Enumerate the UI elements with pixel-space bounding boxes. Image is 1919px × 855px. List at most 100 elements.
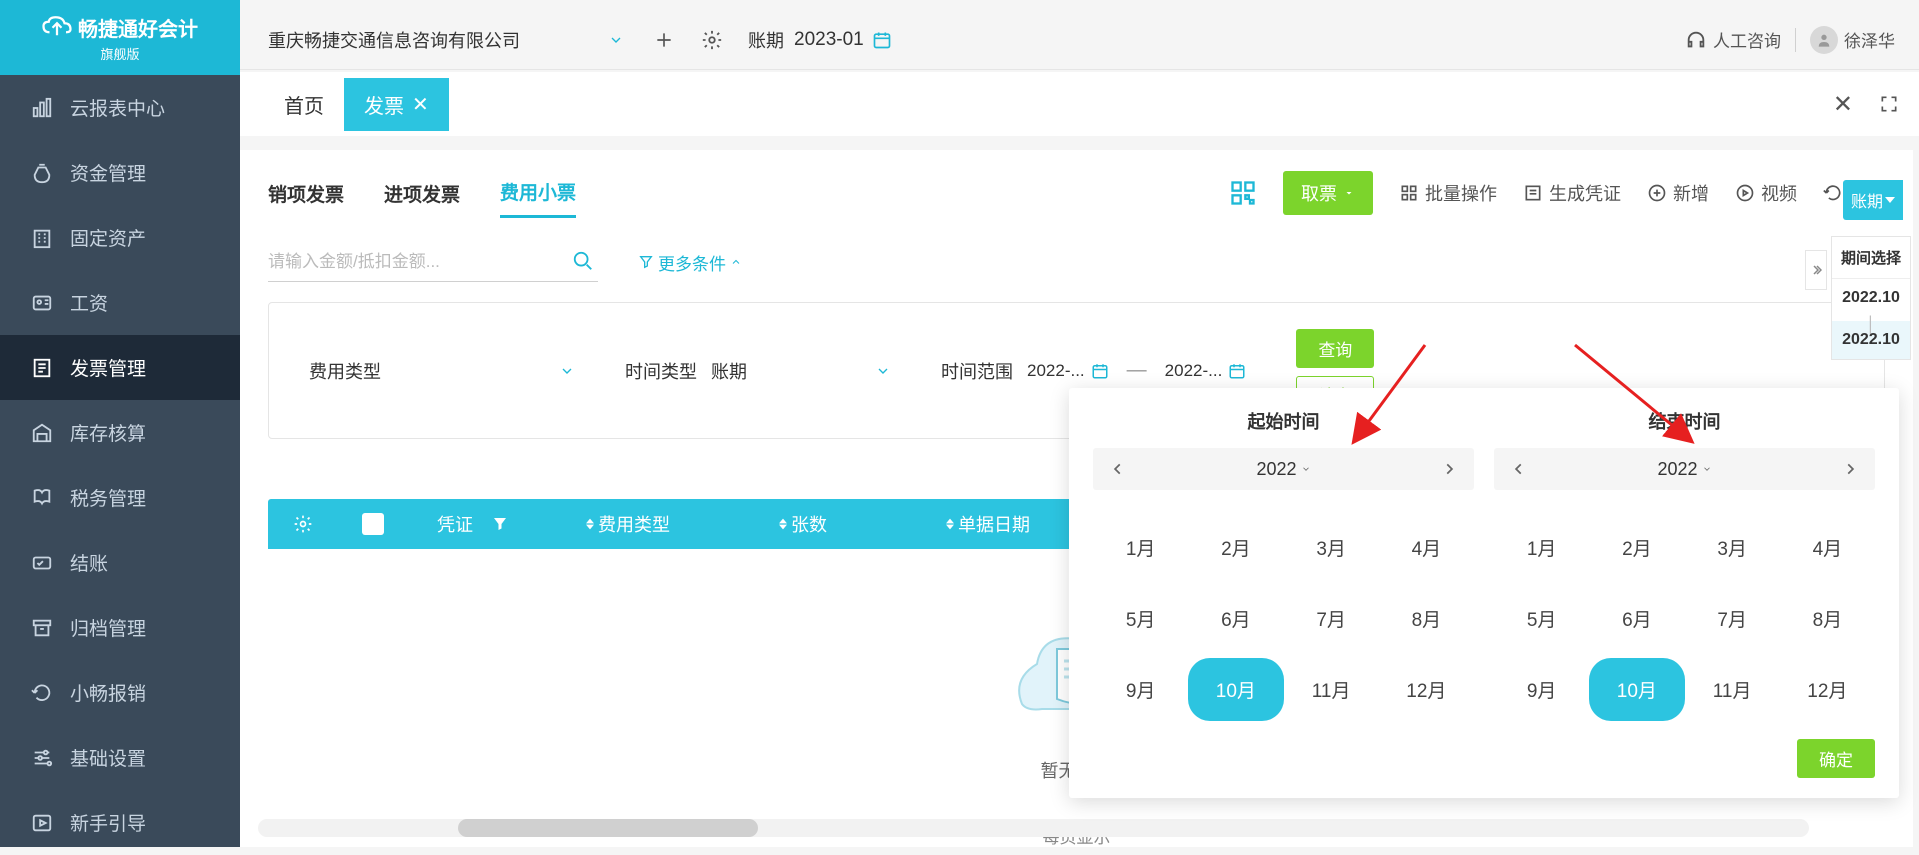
prev-year-button[interactable] (1107, 458, 1129, 480)
cloud-upload-icon (42, 14, 72, 40)
company-selector[interactable]: 重庆畅捷交通信息咨询有限公司 (256, 20, 636, 60)
month-option[interactable]: 5月 (1494, 587, 1589, 650)
period-select-label: 期间选择 (1832, 237, 1910, 279)
month-option[interactable]: 3月 (1284, 516, 1379, 579)
help-link[interactable]: 人工咨询 (1685, 27, 1781, 52)
fullscreen-button[interactable] (1869, 86, 1909, 122)
sidebar-item-close-books[interactable]: 结账 (0, 530, 240, 595)
month-option[interactable]: 2月 (1188, 516, 1283, 579)
month-option[interactable]: 12月 (1379, 658, 1474, 721)
month-option[interactable]: 6月 (1188, 587, 1283, 650)
sidebar-item-inventory[interactable]: 库存核算 (0, 400, 240, 465)
month-option[interactable]: 5月 (1093, 587, 1188, 650)
month-option[interactable]: 3月 (1685, 516, 1780, 579)
month-option[interactable]: 10月 (1589, 658, 1684, 721)
topbar: 重庆畅捷交通信息咨询有限公司 账期 2023-01 人工咨询 徐泽华 (240, 10, 1919, 70)
column-expense-type[interactable]: 费用类型 (538, 511, 718, 537)
month-option[interactable]: 7月 (1685, 587, 1780, 650)
sidebar-item-label: 小畅报销 (70, 679, 146, 706)
select-all-checkbox[interactable] (338, 513, 408, 535)
subtab-output-invoice[interactable]: 销项发票 (268, 170, 344, 217)
month-option[interactable]: 10月 (1188, 658, 1283, 721)
month-option[interactable]: 9月 (1494, 658, 1589, 721)
horizontal-scrollbar[interactable] (258, 819, 1809, 837)
sidebar-item-label: 库存核算 (70, 419, 146, 446)
chevron-down-icon (1702, 464, 1712, 474)
column-doc-date[interactable]: 单据日期 (888, 511, 1088, 537)
get-invoice-button[interactable]: 取票 (1283, 171, 1373, 215)
add-new-button[interactable]: 新增 (1647, 180, 1709, 206)
prev-year-button[interactable] (1508, 458, 1530, 480)
end-date-input[interactable]: 2022-... (1165, 361, 1247, 381)
search-button[interactable]: 查询 (1296, 329, 1374, 368)
month-option[interactable]: 8月 (1780, 587, 1875, 650)
batch-ops-button[interactable]: 批量操作 (1399, 180, 1497, 206)
period-value[interactable]: 2023-01 (794, 29, 892, 51)
sidebar-item-archive[interactable]: 归档管理 (0, 595, 240, 660)
tab-home[interactable]: 首页 (264, 78, 344, 131)
collapse-side-panel[interactable] (1805, 250, 1827, 290)
month-option[interactable]: 12月 (1780, 658, 1875, 721)
month-option[interactable]: 7月 (1284, 587, 1379, 650)
sidebar-item-funds[interactable]: 资金管理 (0, 140, 240, 205)
search-input[interactable] (268, 242, 598, 282)
column-count[interactable]: 张数 (718, 511, 888, 537)
year-selector[interactable]: 2022 (1256, 459, 1310, 480)
qr-code-icon[interactable] (1229, 179, 1257, 207)
sidebar-item-tax[interactable]: 税务管理 (0, 465, 240, 530)
next-year-button[interactable] (1839, 458, 1861, 480)
time-type-select[interactable]: 账期 (711, 353, 891, 389)
tab-invoice[interactable]: 发票 ✕ (344, 78, 449, 131)
calendar-icon (872, 30, 892, 50)
headset-icon (1685, 29, 1707, 51)
next-year-button[interactable] (1438, 458, 1460, 480)
building-icon (30, 226, 54, 250)
period-badge[interactable]: 账期 (1843, 180, 1903, 220)
id-card-icon (30, 291, 54, 315)
settings-button[interactable] (692, 20, 732, 60)
start-date-input[interactable]: 2022-... (1027, 361, 1109, 381)
search-button[interactable] (572, 250, 594, 272)
month-option[interactable]: 11月 (1284, 658, 1379, 721)
month-option[interactable]: 6月 (1589, 587, 1684, 650)
month-option[interactable]: 1月 (1093, 516, 1188, 579)
month-option[interactable]: 1月 (1494, 516, 1589, 579)
month-option[interactable]: 4月 (1379, 516, 1474, 579)
sidebar-item-reimburse[interactable]: 小畅报销 (0, 660, 240, 725)
date-range-picker: 起始时间 2022 1月 2月 3月 4月 5月 6月 7月 8月 9月 10月… (1069, 388, 1899, 798)
sidebar-item-reports[interactable]: 云报表中心 (0, 75, 240, 140)
sidebar-item-label: 资金管理 (70, 159, 146, 186)
month-option[interactable]: 8月 (1379, 587, 1474, 650)
more-filters-toggle[interactable]: 更多条件 (638, 250, 742, 275)
sidebar-menu: 云报表中心 资金管理 固定资产 工资 发票管理 库存核算 税务管理 结账 归档管… (0, 75, 240, 855)
subtab-expense-receipt[interactable]: 费用小票 (500, 168, 576, 218)
column-voucher[interactable]: 凭证 (408, 511, 538, 537)
chevron-down-icon (1301, 464, 1311, 474)
period-from[interactable]: 2022.10 (1832, 279, 1910, 317)
sidebar-item-settings[interactable]: 基础设置 (0, 725, 240, 790)
month-option[interactable]: 4月 (1780, 516, 1875, 579)
month-option[interactable]: 2月 (1589, 516, 1684, 579)
expense-type-select[interactable] (395, 353, 575, 389)
invoice-icon (30, 356, 54, 380)
user-menu[interactable]: 徐泽华 (1810, 26, 1895, 54)
sidebar-item-invoice[interactable]: 发票管理 (0, 335, 240, 400)
report-icon (30, 96, 54, 120)
subtab-input-invoice[interactable]: 进项发票 (384, 170, 460, 217)
logo: 畅捷通好会计 旗舰版 (0, 0, 240, 75)
sidebar-item-guide[interactable]: 新手引导 (0, 790, 240, 855)
calendar-icon (1091, 362, 1109, 380)
gen-voucher-button[interactable]: 生成凭证 (1523, 180, 1621, 206)
month-option[interactable]: 11月 (1685, 658, 1780, 721)
sidebar-item-fixed-assets[interactable]: 固定资产 (0, 205, 240, 270)
month-option[interactable]: 9月 (1093, 658, 1188, 721)
close-icon[interactable]: ✕ (412, 92, 429, 117)
column-settings[interactable] (268, 514, 338, 534)
scrollbar-thumb[interactable] (458, 819, 758, 837)
confirm-button[interactable]: 确定 (1797, 739, 1875, 778)
sidebar-item-salary[interactable]: 工资 (0, 270, 240, 335)
close-all-button[interactable]: ✕ (1821, 82, 1865, 127)
year-selector[interactable]: 2022 (1657, 459, 1711, 480)
add-button[interactable] (644, 20, 684, 60)
video-button[interactable]: 视频 (1735, 180, 1797, 206)
